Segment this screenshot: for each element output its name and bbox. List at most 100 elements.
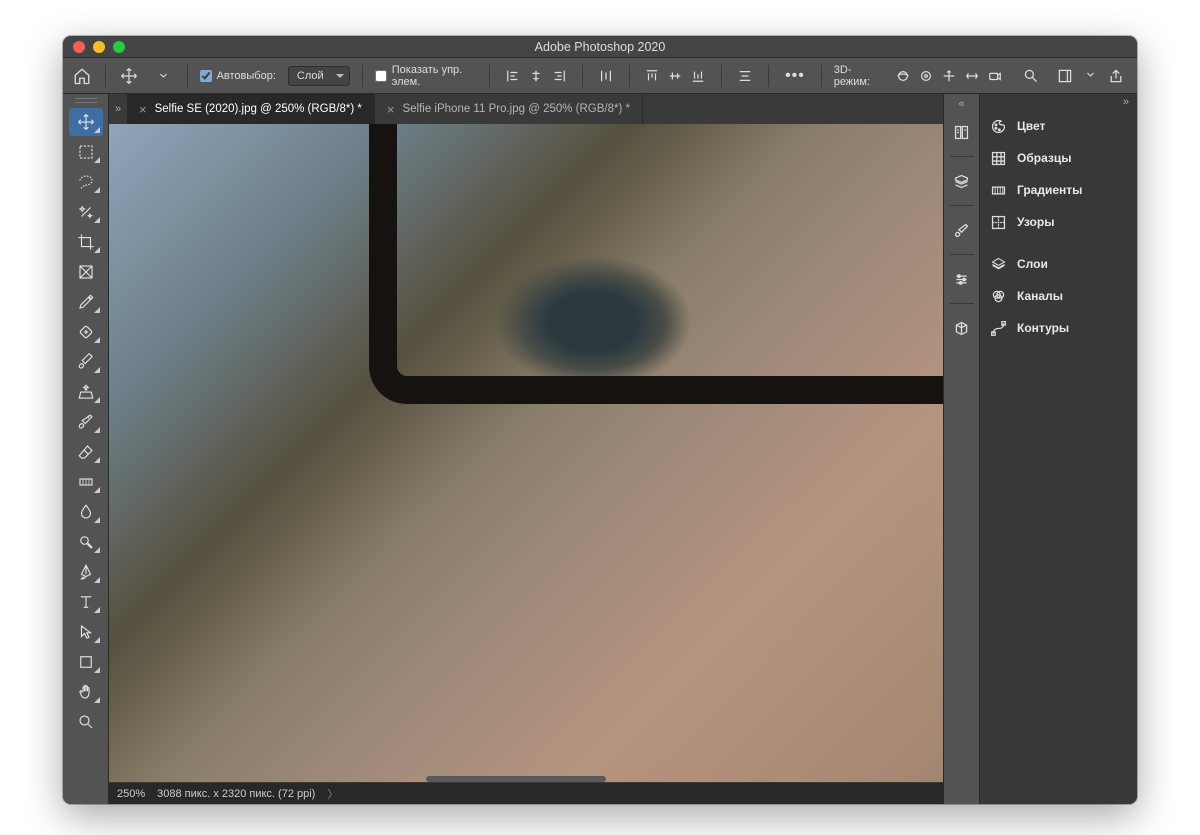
show-controls-label: Показать упр. элем. <box>392 64 477 88</box>
color-icon <box>990 118 1007 135</box>
3d-camera-button[interactable] <box>984 65 1006 87</box>
collapsed-panel-strip: « <box>944 94 980 804</box>
move-tool-icon <box>118 63 140 89</box>
panel-patterns[interactable]: Узоры <box>980 206 1137 238</box>
distribute-top-button[interactable] <box>734 65 756 87</box>
marquee-tool[interactable] <box>69 138 103 166</box>
titlebar: Adobe Photoshop 2020 <box>63 36 1137 58</box>
panel-paths[interactable]: Контуры <box>980 312 1137 344</box>
close-tab-icon[interactable]: × <box>387 102 395 117</box>
document-tab-label: Selfie SE (2020).jpg @ 250% (RGB/8*) * <box>155 103 362 115</box>
move-tool[interactable] <box>69 108 103 136</box>
lasso-tool[interactable] <box>69 168 103 196</box>
patterns-icon <box>990 214 1007 231</box>
maximize-button[interactable] <box>113 41 125 53</box>
close-button[interactable] <box>73 41 85 53</box>
close-tab-icon[interactable]: × <box>139 102 147 117</box>
gradient-tool[interactable] <box>69 468 103 496</box>
more-options-button[interactable]: ••• <box>781 67 809 85</box>
panel-label: Градиенты <box>1017 183 1082 197</box>
3d-orbit-button[interactable] <box>892 65 914 87</box>
canvas[interactable]: 250% 3088 пикс. x 2320 пикс. (72 ppi) 〉 <box>109 124 943 804</box>
autoselect-label: Автовыбор: <box>217 70 276 82</box>
brush-tool[interactable] <box>69 348 103 376</box>
document-area: » × Selfie SE (2020).jpg @ 250% (RGB/8*)… <box>109 94 943 804</box>
document-tabs: » × Selfie SE (2020).jpg @ 250% (RGB/8*)… <box>109 94 943 124</box>
tabs-expand-button[interactable]: » <box>109 103 127 115</box>
3d-slide-button[interactable] <box>961 65 983 87</box>
panel-label: Контуры <box>1017 321 1069 335</box>
adjustments-panel-icon[interactable] <box>948 265 976 293</box>
clone-stamp-tool[interactable] <box>69 378 103 406</box>
layers-icon <box>990 256 1007 273</box>
panel-label: Каналы <box>1017 289 1063 303</box>
align-left-button[interactable] <box>502 65 524 87</box>
eraser-tool[interactable] <box>69 438 103 466</box>
home-icon <box>73 67 91 85</box>
toolbar-handle[interactable] <box>71 98 101 104</box>
image-content <box>369 124 943 404</box>
workspace-dropdown[interactable] <box>1086 70 1095 82</box>
history-brush-tool[interactable] <box>69 408 103 436</box>
channels-icon <box>990 288 1007 305</box>
libraries-panel-icon[interactable] <box>948 167 976 195</box>
autoselect-mode-select[interactable]: Слой <box>288 66 350 86</box>
zoom-level[interactable]: 250% <box>117 788 145 800</box>
panel-layers[interactable]: Слои <box>980 248 1137 280</box>
align-right-button[interactable] <box>548 65 570 87</box>
document-tab-label: Selfie iPhone 11 Pro.jpg @ 250% (RGB/8*)… <box>402 103 630 115</box>
show-controls-checkbox[interactable]: Показать упр. элем. <box>375 64 477 88</box>
3d-pan-button[interactable] <box>938 65 960 87</box>
autoselect-checkbox[interactable]: Автовыбор: <box>200 70 276 82</box>
search-button[interactable] <box>1018 63 1044 89</box>
properties-panel-icon[interactable] <box>948 118 976 146</box>
eyedropper-tool[interactable] <box>69 288 103 316</box>
document-dimensions: 3088 пикс. x 2320 пикс. (72 ppi) <box>157 788 315 800</box>
options-bar: Автовыбор: Слой Показать упр. элем. <box>63 58 1137 94</box>
zoom-tool[interactable] <box>69 708 103 736</box>
shape-tool[interactable] <box>69 648 103 676</box>
strip-expand-button[interactable]: « <box>958 98 964 112</box>
magic-wand-tool[interactable] <box>69 198 103 226</box>
align-hcenter-button[interactable] <box>525 65 547 87</box>
3d-roll-button[interactable] <box>915 65 937 87</box>
share-button[interactable] <box>1103 63 1129 89</box>
crop-tool[interactable] <box>69 228 103 256</box>
align-vcenter-button[interactable] <box>664 65 686 87</box>
type-tool[interactable] <box>69 588 103 616</box>
gradients-icon <box>990 182 1007 199</box>
align-top-button[interactable] <box>641 65 663 87</box>
3d-mode-group <box>892 65 1006 87</box>
dodge-tool[interactable] <box>69 528 103 556</box>
panel-gradients[interactable]: Градиенты <box>980 174 1137 206</box>
align-v-group <box>641 65 709 87</box>
blur-tool[interactable] <box>69 498 103 526</box>
panel-swatches[interactable]: Образцы <box>980 142 1137 174</box>
right-dock: « » Цвет Образцы <box>943 94 1137 804</box>
status-bar: 250% 3088 пикс. x 2320 пикс. (72 ppi) 〉 <box>109 782 943 804</box>
app-window: Adobe Photoshop 2020 Автовыбор: Слой Пок… <box>63 36 1137 804</box>
align-group-1 <box>502 65 570 87</box>
frame-tool[interactable] <box>69 258 103 286</box>
path-select-tool[interactable] <box>69 618 103 646</box>
canvas-image <box>109 124 943 784</box>
panel-color[interactable]: Цвет <box>980 110 1137 142</box>
mode-3d-label: 3D-режим: <box>834 64 880 88</box>
distribute-left-button[interactable] <box>595 65 617 87</box>
document-tab-1[interactable]: × Selfie iPhone 11 Pro.jpg @ 250% (RGB/8… <box>375 94 643 124</box>
pen-tool[interactable] <box>69 558 103 586</box>
healing-brush-tool[interactable] <box>69 318 103 346</box>
document-tab-0[interactable]: × Selfie SE (2020).jpg @ 250% (RGB/8*) * <box>127 94 375 124</box>
align-bottom-button[interactable] <box>687 65 709 87</box>
paths-icon <box>990 320 1007 337</box>
statusbar-menu-button[interactable]: 〉 <box>327 786 338 802</box>
panel-channels[interactable]: Каналы <box>980 280 1137 312</box>
tool-preset-dropdown[interactable] <box>152 63 174 89</box>
home-button[interactable] <box>71 63 93 89</box>
hand-tool[interactable] <box>69 678 103 706</box>
3d-panel-icon[interactable] <box>948 314 976 342</box>
minimize-button[interactable] <box>93 41 105 53</box>
workspace-button[interactable] <box>1052 63 1078 89</box>
brushes-panel-icon[interactable] <box>948 216 976 244</box>
panels-collapse-button[interactable]: » <box>980 96 1137 110</box>
